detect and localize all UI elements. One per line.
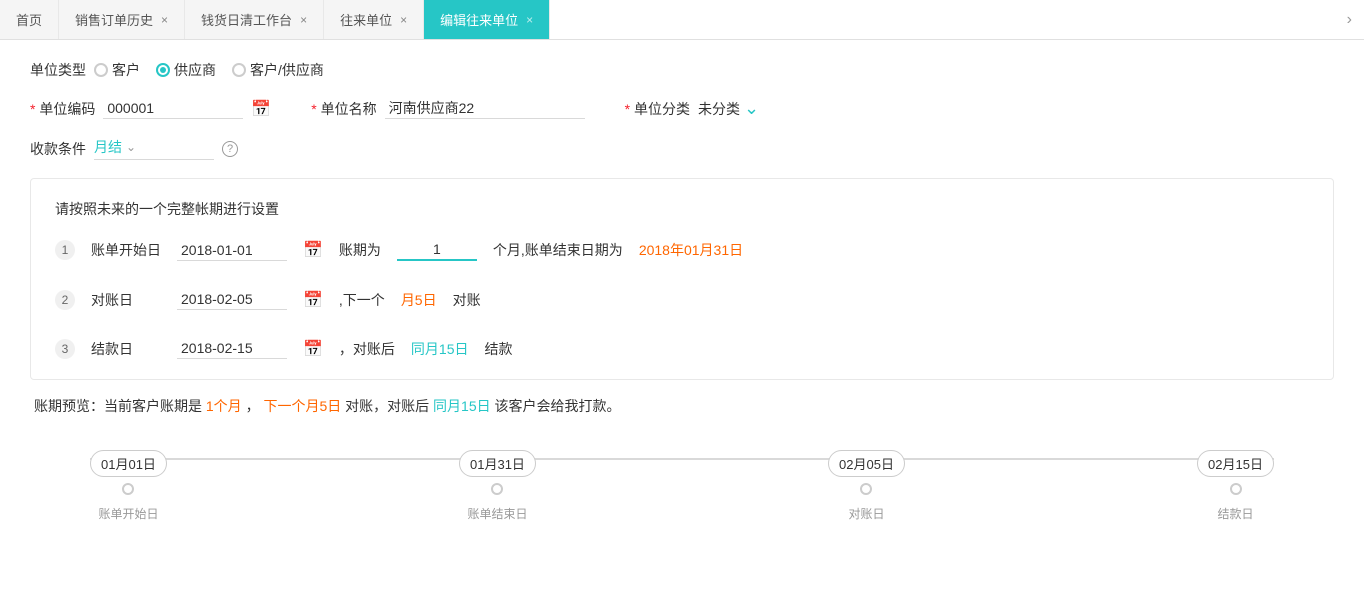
timeline-badge-0: 01月01日: [90, 450, 167, 477]
period-month-input[interactable]: [397, 239, 477, 261]
unit-code-input[interactable]: [103, 98, 243, 119]
period-box-title: 请按照未来的一个完整帐期进行设置: [55, 199, 1309, 219]
tab-edit-partner[interactable]: 编辑往来单位 ×: [424, 0, 550, 39]
radio-supplier[interactable]: 供应商: [156, 60, 216, 80]
period-suffix-2a: ,下一个: [339, 290, 385, 310]
unit-name-label: 单位名称: [311, 99, 376, 119]
tab-cash-work-close[interactable]: ×: [300, 13, 307, 27]
period-row-3: 3 结款日 📅 ，对账后 同月15日 结款: [55, 338, 1309, 359]
unit-type-row: 单位类型 客户 供应商 客户/供应商: [30, 60, 1334, 80]
timeline-label-0: 账单开始日: [98, 505, 158, 522]
period-label-1: 账单开始日: [91, 240, 161, 260]
unit-info-row: 单位编码 📅 单位名称 单位分类 未分类 ⌄: [30, 98, 1334, 119]
period-settle-calendar-icon[interactable]: 📅: [303, 339, 323, 359]
period-suffix-3a: ，对账后: [339, 339, 395, 359]
preview-part1: 1个月: [206, 398, 242, 414]
unit-type-radio-group: 客户 供应商 客户/供应商: [94, 60, 324, 80]
timeline-dot-3: [1230, 483, 1242, 495]
period-row-2: 2 对账日 📅 ,下一个月5日 对账: [55, 289, 1309, 310]
timeline-badge-3: 02月15日: [1197, 450, 1274, 477]
tab-sales-history-close[interactable]: ×: [161, 13, 168, 27]
payment-terms-label: 收款条件: [30, 139, 86, 159]
unit-code-calendar-icon[interactable]: 📅: [251, 99, 271, 119]
unit-code-label: 单位编码: [30, 99, 95, 119]
period-num-3: 3: [55, 339, 75, 359]
period-recon-calendar-icon[interactable]: 📅: [303, 290, 323, 310]
payment-terms-value: 月结: [94, 137, 122, 157]
period-settings-box: 请按照未来的一个完整帐期进行设置 1 账单开始日 📅 账期为 个月,账单结束日期…: [30, 178, 1334, 380]
unit-type-label: 单位类型: [30, 60, 86, 80]
period-end-date-highlight: 2018年01月31日: [639, 240, 743, 260]
period-start-date-input[interactable]: [177, 240, 287, 261]
payment-terms-help-icon[interactable]: ?: [222, 141, 238, 157]
preview-sep1: ，: [246, 398, 260, 414]
timeline-dot-0: [122, 483, 134, 495]
unit-type-field: 单位类型 客户 供应商 客户/供应商: [30, 60, 324, 80]
payment-terms-row: 收款条件 月结 ⌄ ?: [30, 137, 1334, 160]
unit-name-field: 单位名称: [311, 98, 584, 119]
period-start-calendar-icon[interactable]: 📅: [303, 240, 323, 260]
timeline-badge-2: 02月05日: [828, 450, 905, 477]
payment-terms-select[interactable]: 月结 ⌄: [94, 137, 214, 160]
timeline-point-0: 01月01日 账单开始日: [90, 450, 167, 522]
radio-both-circle: [232, 63, 246, 77]
unit-category-label: 单位分类: [625, 99, 690, 119]
tab-edit-partner-close[interactable]: ×: [526, 13, 533, 27]
timeline-point-3: 02月15日 结款日: [1197, 450, 1274, 522]
preview-mid: 对账，对账后: [345, 398, 429, 414]
unit-code-field: 单位编码 📅: [30, 98, 271, 119]
period-row-1: 1 账单开始日 📅 账期为 个月,账单结束日期为 2018年01月31日: [55, 239, 1309, 261]
timeline-point-2: 02月05日 对账日: [828, 450, 905, 522]
preview-prefix: 账期预览：当前客户账期是: [34, 398, 202, 414]
tab-bar: 首页 销售订单历史 × 钱货日清工作台 × 往来单位 × 编辑往来单位 × ›: [0, 0, 1364, 40]
timeline-badge-1: 01月31日: [459, 450, 536, 477]
radio-both[interactable]: 客户/供应商: [232, 60, 324, 80]
tab-arrow[interactable]: ›: [1335, 11, 1364, 29]
period-num-1: 1: [55, 240, 75, 260]
unit-category-select[interactable]: 未分类 ⌄: [698, 98, 759, 119]
timeline-label-1: 账单结束日: [467, 505, 527, 522]
period-settle-date-input[interactable]: [177, 338, 287, 359]
period-recon-date-input[interactable]: [177, 289, 287, 310]
timeline-label-2: 对账日: [848, 505, 884, 522]
preview-part3: 同月15日: [433, 398, 491, 414]
radio-supplier-circle: [156, 63, 170, 77]
unit-category-field: 单位分类 未分类 ⌄: [625, 98, 759, 119]
period-label-3: 结款日: [91, 339, 161, 359]
tab-partner-unit[interactable]: 往来单位 ×: [324, 0, 424, 39]
payment-terms-chevron: ⌄: [126, 140, 136, 154]
main-content: 单位类型 客户 供应商 客户/供应商 单位编码 📅: [0, 40, 1364, 608]
timeline-points: 01月01日 账单开始日 01月31日 账单结束日 02月05日 对账日 02月…: [30, 450, 1334, 522]
timeline-dot-1: [491, 483, 503, 495]
payment-terms-field: 收款条件 月结 ⌄ ?: [30, 137, 238, 160]
period-suffix-1b: 个月,账单结束日期为: [493, 240, 623, 260]
period-suffix-3b: 结款: [485, 339, 513, 359]
timeline-dot-2: [860, 483, 872, 495]
preview-part2: 下一个月5日: [263, 398, 341, 414]
tab-cash-work[interactable]: 钱货日清工作台 ×: [185, 0, 324, 39]
period-recon-highlight: 月5日: [401, 290, 437, 310]
period-suffix-2b: 对账: [453, 290, 481, 310]
tab-partner-unit-close[interactable]: ×: [400, 13, 407, 27]
tab-sales-history[interactable]: 销售订单历史 ×: [59, 0, 185, 39]
radio-customer[interactable]: 客户: [94, 60, 140, 80]
period-num-2: 2: [55, 290, 75, 310]
period-settle-highlight: 同月15日: [411, 339, 469, 359]
timeline-wrapper: 01月01日 账单开始日 01月31日 账单结束日 02月05日 对账日 02月…: [30, 440, 1334, 552]
timeline-label-3: 结款日: [1218, 505, 1254, 522]
unit-category-chevron: ⌄: [744, 98, 759, 119]
period-label-2: 对账日: [91, 290, 161, 310]
period-suffix-1a: 账期为: [339, 240, 381, 260]
timeline-point-1: 01月31日 账单结束日: [459, 450, 536, 522]
radio-customer-circle: [94, 63, 108, 77]
unit-category-value: 未分类: [698, 99, 740, 119]
preview-suffix: 该客户会给我打款。: [495, 398, 621, 414]
preview-text: 账期预览：当前客户账期是 1个月 ， 下一个月5日 对账，对账后 同月15日 该…: [30, 396, 1334, 416]
tab-home[interactable]: 首页: [0, 0, 59, 39]
unit-name-input[interactable]: [385, 98, 585, 119]
